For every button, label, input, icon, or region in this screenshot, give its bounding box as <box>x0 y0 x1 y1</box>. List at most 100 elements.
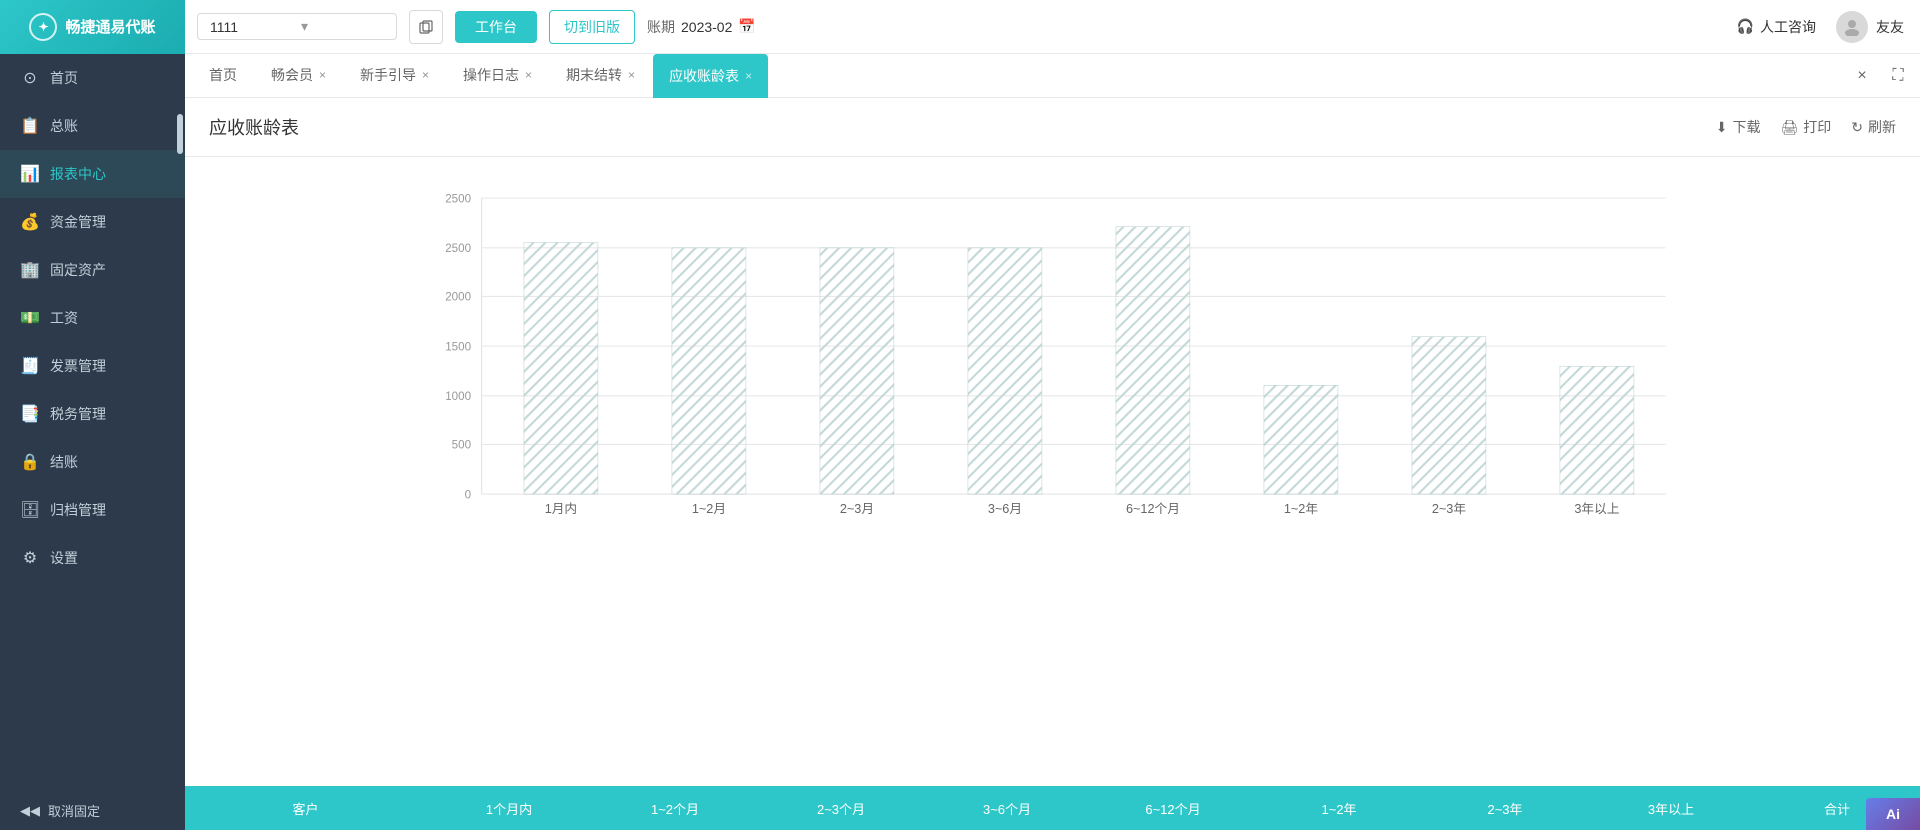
ai-badge[interactable]: Ai <box>1866 798 1920 830</box>
dropdown-arrow-icon: ▾ <box>301 18 384 35</box>
sidebar-label-archive: 归档管理 <box>50 500 106 520</box>
sidebar-item-ledger[interactable]: 📋 总账 <box>0 102 185 150</box>
bar-3年以上 <box>1560 366 1634 494</box>
download-button[interactable]: ⬇ 下载 <box>1716 117 1761 137</box>
table-header-cell-0: 客户 <box>185 799 426 818</box>
settings-icon: ⚙ <box>20 548 40 568</box>
assets-icon: 🏢 <box>20 260 40 280</box>
refresh-icon: ↻ <box>1851 119 1863 136</box>
tab-guide[interactable]: 新手引导 × <box>344 54 445 98</box>
sidebar-label-tax: 税务管理 <box>50 404 106 424</box>
workbench-button[interactable]: 工作台 <box>455 11 537 43</box>
tax-icon: 📑 <box>20 404 40 424</box>
tab-member[interactable]: 畅会员 × <box>255 54 342 98</box>
sidebar-item-tax[interactable]: 📑 税务管理 <box>0 390 185 438</box>
table-header-cell-7: 2~3年 <box>1422 799 1588 818</box>
table-header-cell-8: 3年以上 <box>1588 799 1754 818</box>
tab-yearend[interactable]: 期末结转 × <box>550 54 651 98</box>
table-header-cell-4: 3~6个月 <box>924 799 1090 818</box>
chart-area: 0 500 1000 1500 2000 2500 2500 <box>185 157 1920 786</box>
bar-6-12月 <box>1116 227 1190 494</box>
invoice-icon: 🧾 <box>20 356 40 376</box>
sidebar-label-ledger: 总账 <box>50 116 78 136</box>
tab-bar-right: × ⛶ <box>1848 62 1912 90</box>
tab-close-oplog[interactable]: × <box>525 68 532 82</box>
bar-1-2月 <box>672 248 746 494</box>
svg-text:2000: 2000 <box>445 291 471 304</box>
sidebar-item-archive[interactable]: 🗄 归档管理 <box>0 486 185 534</box>
table-header-cell-6: 1~2年 <box>1256 799 1422 818</box>
svg-text:2500: 2500 <box>445 242 471 255</box>
ledger-icon: 📋 <box>20 116 40 136</box>
sidebar-label-reports: 报表中心 <box>50 164 106 184</box>
tab-label-oplog: 操作日志 <box>463 65 519 85</box>
bar-1月内 <box>524 243 598 495</box>
consult-button[interactable]: 🎧 人工咨询 <box>1737 17 1816 37</box>
sidebar-item-close[interactable]: 🔒 结账 <box>0 438 185 486</box>
pin-icon: ◀◀ <box>20 803 40 819</box>
sidebar-scrollbar[interactable] <box>177 114 183 154</box>
funds-icon: 💰 <box>20 212 40 232</box>
sidebar-item-home[interactable]: ⊙ 首页 <box>0 54 185 102</box>
tab-bar: 首页畅会员 ×新手引导 ×操作日志 ×期末结转 ×应收账龄表 × × ⛶ <box>185 54 1920 98</box>
chart-container: 0 500 1000 1500 2000 2500 2500 <box>225 177 1880 547</box>
logo: ✦ 畅捷通易代账 <box>0 0 185 54</box>
tab-label-yearend: 期末结转 <box>566 65 622 85</box>
switch-version-button[interactable]: 切到旧版 <box>549 10 635 44</box>
tab-home[interactable]: 首页 <box>193 54 253 98</box>
svg-text:6~12个月: 6~12个月 <box>1126 502 1180 516</box>
fullscreen-icon[interactable]: ⛶ <box>1884 62 1912 90</box>
svg-text:1500: 1500 <box>445 340 471 353</box>
archive-icon: 🗄 <box>20 500 40 520</box>
tab-label-home: 首页 <box>209 65 237 85</box>
sidebar-item-salary[interactable]: 💵 工资 <box>0 294 185 342</box>
bar-1-2年 <box>1264 385 1338 494</box>
tab-oplog[interactable]: 操作日志 × <box>447 54 548 98</box>
content-area: 首页畅会员 ×新手引导 ×操作日志 ×期末结转 ×应收账龄表 × × ⛶ 应收账… <box>185 54 1920 830</box>
sidebar-label-funds: 资金管理 <box>50 212 106 232</box>
copy-icon <box>418 19 434 35</box>
refresh-button[interactable]: ↻ 刷新 <box>1851 117 1896 137</box>
cancel-pin-button[interactable]: ◀◀ 取消固定 <box>0 791 185 830</box>
sidebar-item-settings[interactable]: ⚙ 设置 <box>0 534 185 582</box>
sidebar-label-home: 首页 <box>50 68 78 88</box>
tab-close-yearend[interactable]: × <box>628 68 635 82</box>
sidebar-item-reports[interactable]: 📊 报表中心 <box>0 150 185 198</box>
header-right: 🎧 人工咨询 友友 <box>1737 11 1904 43</box>
sidebar-item-assets[interactable]: 🏢 固定资产 <box>0 246 185 294</box>
close-all-icon[interactable]: × <box>1848 62 1876 90</box>
svg-text:0: 0 <box>465 488 471 501</box>
tab-label-guide: 新手引导 <box>360 65 416 85</box>
tab-close-aging[interactable]: × <box>745 69 752 83</box>
tab-close-guide[interactable]: × <box>422 68 429 82</box>
svg-text:3年以上: 3年以上 <box>1574 502 1619 516</box>
bar-3-6月 <box>968 248 1042 494</box>
tab-close-member[interactable]: × <box>319 68 326 82</box>
svg-text:3~6月: 3~6月 <box>988 502 1022 516</box>
sidebar-label-invoice: 发票管理 <box>50 356 106 376</box>
bar-2-3月 <box>820 248 894 494</box>
salary-icon: 💵 <box>20 308 40 328</box>
svg-text:1月内: 1月内 <box>545 502 577 516</box>
user-area[interactable]: 友友 <box>1836 11 1904 43</box>
logo-icon: ✦ <box>29 13 57 41</box>
sidebar-label-salary: 工资 <box>50 308 78 328</box>
headset-icon: 🎧 <box>1737 18 1754 35</box>
table-header-cell-5: 6~12个月 <box>1090 799 1256 818</box>
sidebar-item-invoice[interactable]: 🧾 发票管理 <box>0 342 185 390</box>
page-actions: ⬇ 下载 🖨 打印 ↻ 刷新 <box>1716 117 1896 137</box>
bar-chart: 0 500 1000 1500 2000 2500 2500 <box>225 177 1880 547</box>
sidebar-item-funds[interactable]: 💰 资金管理 <box>0 198 185 246</box>
svg-text:1~2月: 1~2月 <box>692 502 726 516</box>
bar-2-3年 <box>1412 337 1486 495</box>
calendar-icon[interactable]: 📅 <box>738 18 755 35</box>
download-icon: ⬇ <box>1716 119 1728 136</box>
tab-aging[interactable]: 应收账龄表 × <box>653 54 768 98</box>
sidebar-label-settings: 设置 <box>50 548 78 568</box>
print-button[interactable]: 🖨 打印 <box>1780 117 1831 137</box>
reports-icon: 📊 <box>20 164 40 184</box>
copy-button[interactable] <box>409 10 443 44</box>
svg-text:2~3月: 2~3月 <box>840 502 874 516</box>
period-area: 账期 2023-02 📅 <box>647 17 756 37</box>
company-selector[interactable]: 1111 ▾ <box>197 13 397 40</box>
